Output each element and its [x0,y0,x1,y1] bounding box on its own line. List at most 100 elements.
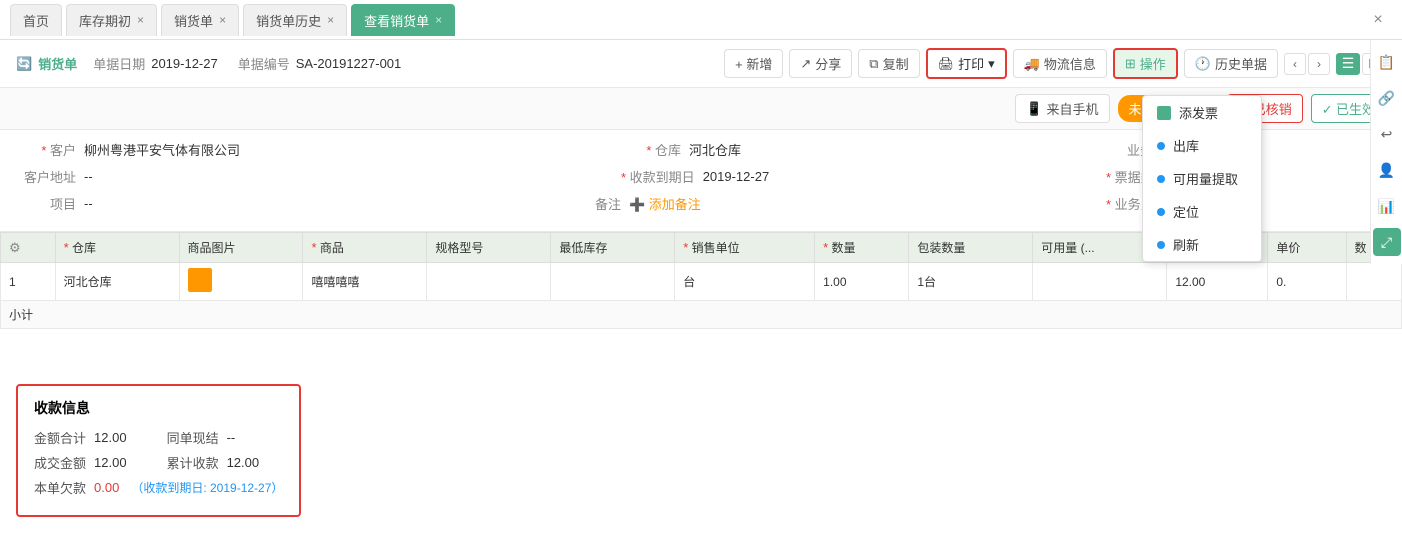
prev-arrow[interactable]: ‹ [1284,53,1306,75]
payment-row-2: 成交金额 12.00 累计收款 12.00 [34,453,283,472]
available-qty-label: 可用量提取 [1173,169,1238,188]
warehouse-value: 河北仓库 [689,140,741,159]
settlement-value: -- [227,430,236,445]
transaction-item: 成交金额 12.00 [34,453,127,472]
refresh-item[interactable]: 刷新 [1143,228,1261,261]
address-value: -- [84,169,93,184]
address-field: 客户地址 -- [16,167,416,186]
project-label: 项目 [16,194,76,213]
outbound-item[interactable]: 出库 [1143,129,1261,162]
payment-title: 收款信息 [34,398,283,418]
tab-sales-close[interactable]: × [219,13,226,27]
transaction-value: 12.00 [94,455,127,470]
print-icon: 🖨 [938,56,955,72]
history-button[interactable]: 🕐 历史单据 [1184,49,1278,78]
sidebar-expand-icon[interactable]: ⤢ [1373,228,1401,256]
settlement-label: 同单现结 [167,428,219,447]
copy-label: 复制 [883,54,909,73]
total-label: 金额合计 [34,428,86,447]
operation-icon: ⊞ [1125,56,1136,72]
print-button[interactable]: 🖨 打印 ▾ [926,48,1007,79]
sidebar-link-icon[interactable]: 🔗 [1373,84,1401,112]
note-field: 备注 ➕ 添加备注 [561,194,841,213]
nav-arrows: ‹ › [1284,53,1330,75]
locate-icon [1157,208,1165,216]
next-arrow[interactable]: › [1308,53,1330,75]
locate-item[interactable]: 定位 [1143,195,1261,228]
tab-view-close[interactable]: × [435,13,442,27]
operation-dropdown: 添发票 出库 可用量提取 定位 刷新 [1142,95,1262,262]
bottom-section: 收款信息 金额合计 12.00 同单现结 -- 成交金额 12.00 累计收款 [0,368,1402,533]
sidebar-notes-icon[interactable]: 📋 [1373,48,1401,76]
phone-icon: 📱 [1026,101,1042,117]
note-add-btn[interactable]: ➕ 添加备注 [629,194,701,213]
col-package-qty: 包装数量 [909,233,1033,263]
tab-inventory-close[interactable]: × [137,13,144,27]
cell-available [1033,263,1167,301]
logistics-label: 物流信息 [1044,54,1096,73]
cell-spec [427,263,551,301]
col-product-image: 商品图片 [179,233,303,263]
outbound-icon [1157,142,1165,150]
cell-unit: 台 [675,263,815,301]
share-label: 分享 [815,54,841,73]
right-sidebar: 📋 🔗 ↩ 👤 📊 ⤢ [1370,40,1402,264]
list-view-btn[interactable]: ☰ [1336,53,1360,75]
window-close-button[interactable]: × [1364,6,1392,34]
copy-icon: ⧉ [869,56,878,72]
sidebar-return-icon[interactable]: ↩ [1373,120,1401,148]
product-image [188,268,212,292]
add-invoice-icon [1157,106,1171,120]
col-gear[interactable]: ⚙ [1,233,56,263]
new-button[interactable]: + 新增 [724,49,783,78]
refresh-icon [1157,241,1165,249]
payment-row-3: 本单欠款 0.00 （收款到期日: 2019-12-27） [34,478,283,497]
add-invoice-label: 添发票 [1179,103,1218,122]
col-warehouse: * 仓库 [55,233,179,263]
tab-home[interactable]: 首页 [10,4,62,36]
operation-button[interactable]: ⊞ 操作 [1113,48,1178,79]
available-qty-item[interactable]: 可用量提取 [1143,162,1261,195]
customer-value: 柳州粤港平安气体有限公司 [84,140,240,159]
tab-inventory-init[interactable]: 库存期初 × [66,4,157,36]
payment-row-1: 金额合计 12.00 同单现结 -- [34,428,283,447]
doc-number-label: 单据编号 [238,54,290,73]
owe-value: 0.00 [94,480,119,495]
col-price: 单价 [1268,233,1346,263]
tab-view-label: 查看销货单 [364,11,429,30]
doc-type-label: 销货单 [38,54,77,73]
gear-icon[interactable]: ⚙ [9,240,21,255]
outbound-label: 出库 [1173,136,1199,155]
share-button[interactable]: ↗ 分享 [789,49,852,78]
doc-meta: 单据日期 2019-12-27 单据编号 SA-20191227-001 [93,54,401,73]
cumulative-item: 累计收款 12.00 [167,453,260,472]
from-phone-label: 来自手机 [1047,99,1099,118]
total-amount-item: 金额合计 12.00 [34,428,127,447]
cumulative-label: 累计收款 [167,453,219,472]
from-phone-btn[interactable]: 📱 来自手机 [1015,94,1109,123]
tab-history-close[interactable]: × [327,13,334,27]
logistics-button[interactable]: 🚚 物流信息 [1013,49,1107,78]
owe-label: 本单欠款 [34,478,86,497]
copy-button[interactable]: ⧉ 复制 [858,49,919,78]
payment-info-box: 收款信息 金额合计 12.00 同单现结 -- 成交金额 12.00 累计收款 [16,384,301,517]
transaction-label: 成交金额 [34,453,86,472]
warehouse-label: 仓库 [621,140,681,159]
col-unit: * 销售单位 [675,233,815,263]
tab-sales-history[interactable]: 销货单历史 × [243,4,347,36]
sidebar-chart-icon[interactable]: 📊 [1373,192,1401,220]
sidebar-user-icon[interactable]: 👤 [1373,156,1401,184]
table-row: 1 河北仓库 嘻嘻嘻嘻 台 1.00 1台 12.00 0. [1,263,1402,301]
tab-sales-order[interactable]: 销货单 × [161,4,239,36]
col-spec: 规格型号 [427,233,551,263]
logistics-icon: 🚚 [1024,56,1040,72]
doc-number-item: 单据编号 SA-20191227-001 [238,54,402,73]
add-invoice-item[interactable]: 添发票 [1143,96,1261,129]
subtotal-label: 小计 [1,301,1402,329]
due-date-field: 收款到期日 2019-12-27 [621,167,901,186]
tab-view-sales[interactable]: 查看销货单 × [351,4,455,36]
doc-date-item: 单据日期 2019-12-27 [93,54,218,73]
settlement-item: 同单现结 -- [167,428,236,447]
toolbar: + 新增 ↗ 分享 ⧉ 复制 🖨 打印 ▾ 🚚 物流信息 ⊞ 操作 [724,48,1386,79]
cumulative-value: 12.00 [227,455,260,470]
